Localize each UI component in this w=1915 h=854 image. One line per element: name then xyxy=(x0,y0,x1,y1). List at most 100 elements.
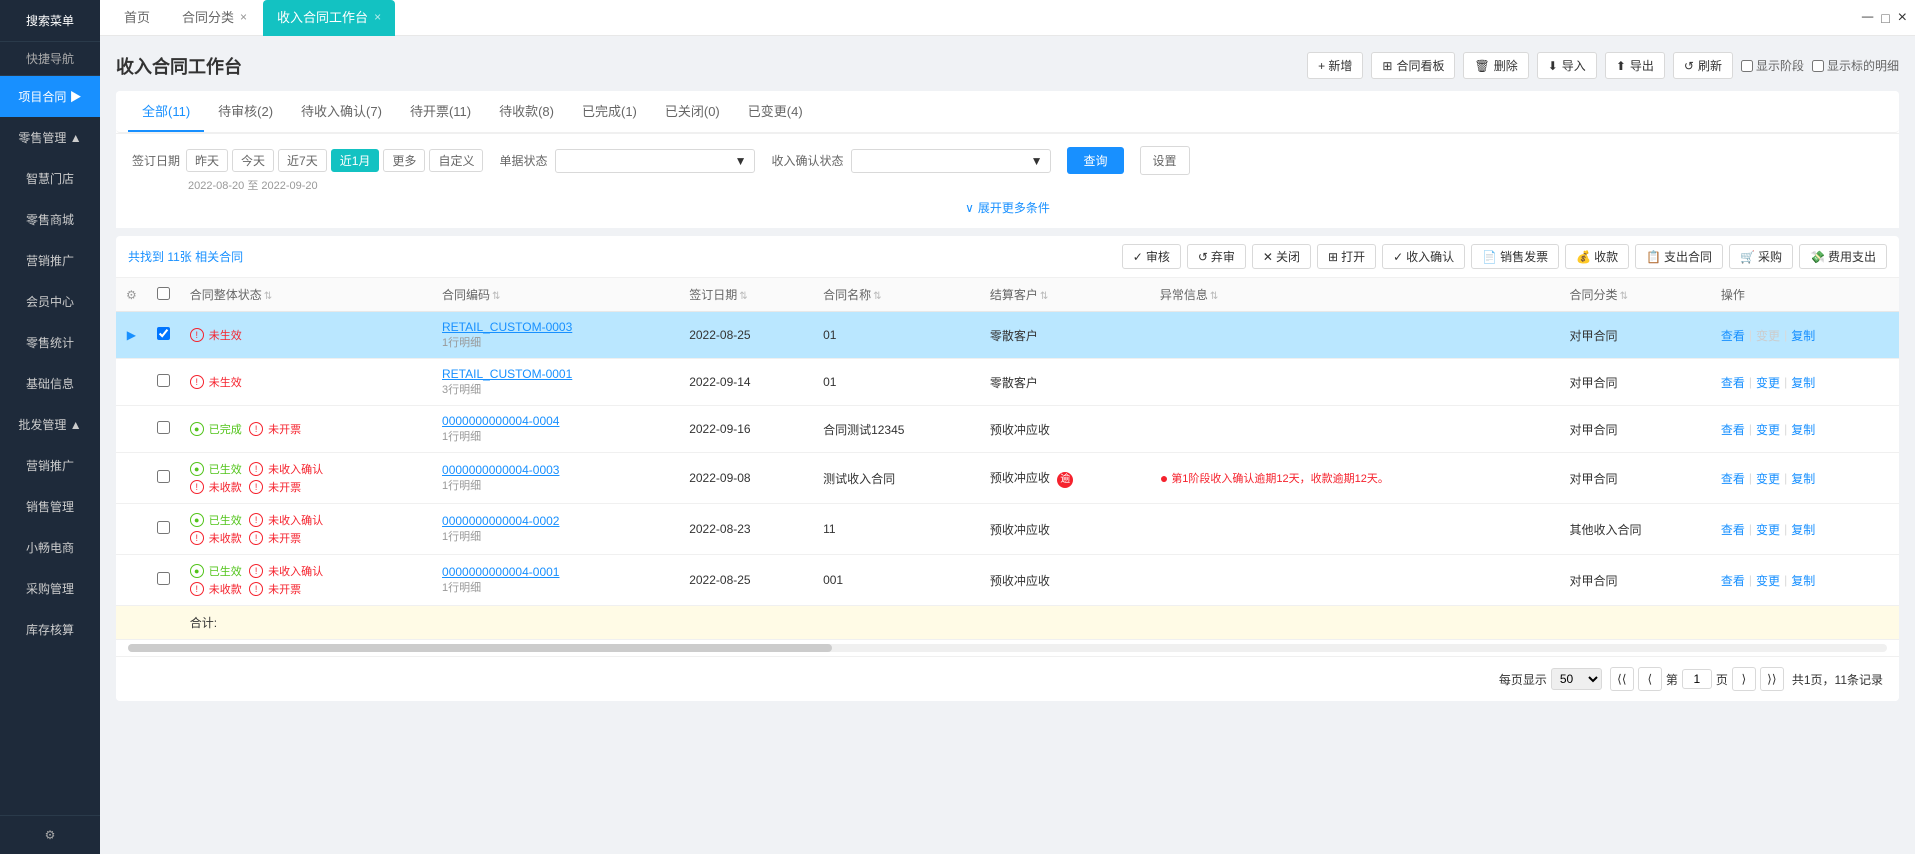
contract-code-link[interactable]: RETAIL_CUSTOM-0003 xyxy=(442,320,669,334)
op-change-link[interactable]: 变更 xyxy=(1756,572,1780,589)
sidebar-item-smart-store[interactable]: 智慧门店 xyxy=(0,158,100,199)
abandon-button[interactable]: ↺ 弃审 xyxy=(1187,244,1246,269)
income-confirm-button[interactable]: ✓ 收入确认 xyxy=(1382,244,1465,269)
op-view-link[interactable]: 查看 xyxy=(1721,327,1745,344)
op-change-link[interactable]: 变更 xyxy=(1756,421,1780,438)
th-exception-info[interactable]: 异常信息⇅ xyxy=(1150,278,1560,312)
last-page-button[interactable]: ⟩⟩ xyxy=(1760,667,1784,691)
filter-tab-closed[interactable]: 已关闭(0) xyxy=(651,91,734,132)
row-checkbox[interactable] xyxy=(157,521,170,534)
query-button[interactable]: 查询 xyxy=(1067,147,1123,174)
show-marked-checkbox-label[interactable]: 显示标的明细 xyxy=(1812,57,1899,74)
date-btn-last7days[interactable]: 近7天 xyxy=(278,149,327,172)
sidebar-item-basic-info[interactable]: 基础信息 xyxy=(0,363,100,404)
purchase-button[interactable]: 🛒 采购 xyxy=(1729,244,1793,269)
sidebar-item-project[interactable]: 项目合同 ▶ xyxy=(0,76,100,117)
op-view-link[interactable]: 查看 xyxy=(1721,572,1745,589)
sales-invoice-button[interactable]: 📄 销售发票 xyxy=(1471,244,1559,269)
date-btn-today[interactable]: 今天 xyxy=(232,149,274,172)
filter-tab-all[interactable]: 全部(11) xyxy=(128,91,204,132)
filter-setting-button[interactable]: 设置 xyxy=(1140,146,1190,175)
delete-button[interactable]: 🗑 删除 xyxy=(1463,52,1528,79)
scrollbar-thumb[interactable] xyxy=(128,644,832,652)
doc-status-select[interactable]: ▼ xyxy=(555,149,755,173)
row-checkbox[interactable] xyxy=(157,374,170,387)
show-phase-checkbox-label[interactable]: 显示阶段 xyxy=(1741,57,1804,74)
th-sign-date[interactable]: 签订日期⇅ xyxy=(679,278,813,312)
import-button[interactable]: ⬇ 导入 xyxy=(1537,52,1597,79)
next-page-button[interactable]: ⟩ xyxy=(1732,667,1756,691)
row-expand-icon[interactable] xyxy=(116,555,147,606)
op-copy-link[interactable]: 复制 xyxy=(1791,421,1815,438)
filter-tab-pending-payment[interactable]: 待收款(8) xyxy=(485,91,568,132)
op-view-link[interactable]: 查看 xyxy=(1721,470,1745,487)
op-view-link[interactable]: 查看 xyxy=(1721,374,1745,391)
income-confirm-select[interactable]: ▼ xyxy=(851,149,1051,173)
select-all-checkbox[interactable] xyxy=(157,287,170,300)
page-size-select[interactable]: 50 10 20 100 xyxy=(1551,668,1602,690)
th-overall-status[interactable]: 合同整体状态⇅ xyxy=(180,278,432,312)
close-button[interactable]: ✕ 关闭 xyxy=(1252,244,1311,269)
contract-code-link[interactable]: 0000000000004-0002 xyxy=(442,514,669,528)
contract-code-link[interactable]: 0000000000004-0004 xyxy=(442,414,669,428)
print-button[interactable]: ⊞ 打开 xyxy=(1317,244,1376,269)
op-view-link[interactable]: 查看 xyxy=(1721,521,1745,538)
tab-close-income-workbench[interactable]: × xyxy=(374,10,381,24)
date-btn-yesterday[interactable]: 昨天 xyxy=(186,149,228,172)
sidebar-item-purchase[interactable]: 采购管理 xyxy=(0,568,100,609)
expense-out-button[interactable]: 📋 支出合同 xyxy=(1635,244,1723,269)
show-marked-checkbox[interactable] xyxy=(1812,60,1824,72)
date-btn-more[interactable]: 更多 xyxy=(383,149,425,172)
op-change-link[interactable]: 变更 xyxy=(1756,470,1780,487)
sidebar-item-sales-mgmt[interactable]: 销售管理 xyxy=(0,486,100,527)
op-copy-link[interactable]: 复制 xyxy=(1791,327,1815,344)
sidebar-item-retail-mgmt[interactable]: 零售管理 ▲ xyxy=(0,117,100,158)
page-number-input[interactable] xyxy=(1682,669,1712,689)
horizontal-scrollbar[interactable] xyxy=(128,644,1887,652)
sidebar-nav[interactable]: 快捷导航 xyxy=(0,42,100,76)
tab-income-workbench[interactable]: 收入合同工作台 × xyxy=(263,0,395,36)
tab-close-contract-category[interactable]: × xyxy=(240,10,247,24)
tab-home[interactable]: 首页 xyxy=(108,0,166,36)
kanban-button[interactable]: ⊞ 合同看板 xyxy=(1371,52,1455,79)
fee-out-button[interactable]: 💸 费用支出 xyxy=(1799,244,1887,269)
sidebar-item-ecommerce[interactable]: 小畅电商 xyxy=(0,527,100,568)
op-copy-link[interactable]: 复制 xyxy=(1791,374,1815,391)
sidebar-settings-button[interactable]: ⚙ xyxy=(0,815,100,854)
row-checkbox[interactable] xyxy=(157,470,170,483)
row-checkbox[interactable] xyxy=(157,327,170,340)
row-expand-icon[interactable]: ▶ xyxy=(116,312,147,359)
date-btn-custom[interactable]: 自定义 xyxy=(429,149,483,172)
op-change-link[interactable]: 变更 xyxy=(1756,327,1780,344)
th-code[interactable]: 合同编码⇅ xyxy=(432,278,679,312)
date-btn-last1month[interactable]: 近1月 xyxy=(331,149,380,172)
window-close-button[interactable]: × xyxy=(1898,9,1907,27)
payment-button[interactable]: 💰 收款 xyxy=(1565,244,1629,269)
row-expand-icon[interactable] xyxy=(116,504,147,555)
op-change-link[interactable]: 变更 xyxy=(1756,374,1780,391)
op-view-link[interactable]: 查看 xyxy=(1721,421,1745,438)
row-checkbox[interactable] xyxy=(157,421,170,434)
sidebar-item-retail-stats[interactable]: 零售统计 xyxy=(0,322,100,363)
sidebar-item-inventory[interactable]: 库存核算 xyxy=(0,609,100,650)
prev-page-button[interactable]: ⟨ xyxy=(1638,667,1662,691)
th-customer[interactable]: 结算客户⇅ xyxy=(980,278,1150,312)
review-button[interactable]: ✓ 审核 xyxy=(1122,244,1181,269)
export-button[interactable]: ⬆ 导出 xyxy=(1605,52,1665,79)
sidebar-search[interactable]: 搜索菜单 xyxy=(0,0,100,42)
row-expand-icon[interactable] xyxy=(116,406,147,453)
window-minimize-button[interactable]: ─ xyxy=(1862,9,1873,27)
filter-tab-changed[interactable]: 已变更(4) xyxy=(734,91,817,132)
th-name[interactable]: 合同名称⇅ xyxy=(813,278,980,312)
contract-code-link[interactable]: RETAIL_CUSTOM-0001 xyxy=(442,367,669,381)
row-expand-icon[interactable] xyxy=(116,359,147,406)
th-category[interactable]: 合同分类⇅ xyxy=(1560,278,1711,312)
op-copy-link[interactable]: 复制 xyxy=(1791,470,1815,487)
contract-code-link[interactable]: 0000000000004-0001 xyxy=(442,565,669,579)
window-maximize-button[interactable]: □ xyxy=(1881,10,1889,26)
filter-tab-pending-review[interactable]: 待审核(2) xyxy=(204,91,287,132)
new-button[interactable]: + 新增 xyxy=(1307,52,1363,79)
filter-tab-pending-invoice[interactable]: 待开票(11) xyxy=(396,91,485,132)
th-settings[interactable]: ⚙ xyxy=(116,278,147,312)
filter-tab-pending-income-confirm[interactable]: 待收入确认(7) xyxy=(287,91,396,132)
